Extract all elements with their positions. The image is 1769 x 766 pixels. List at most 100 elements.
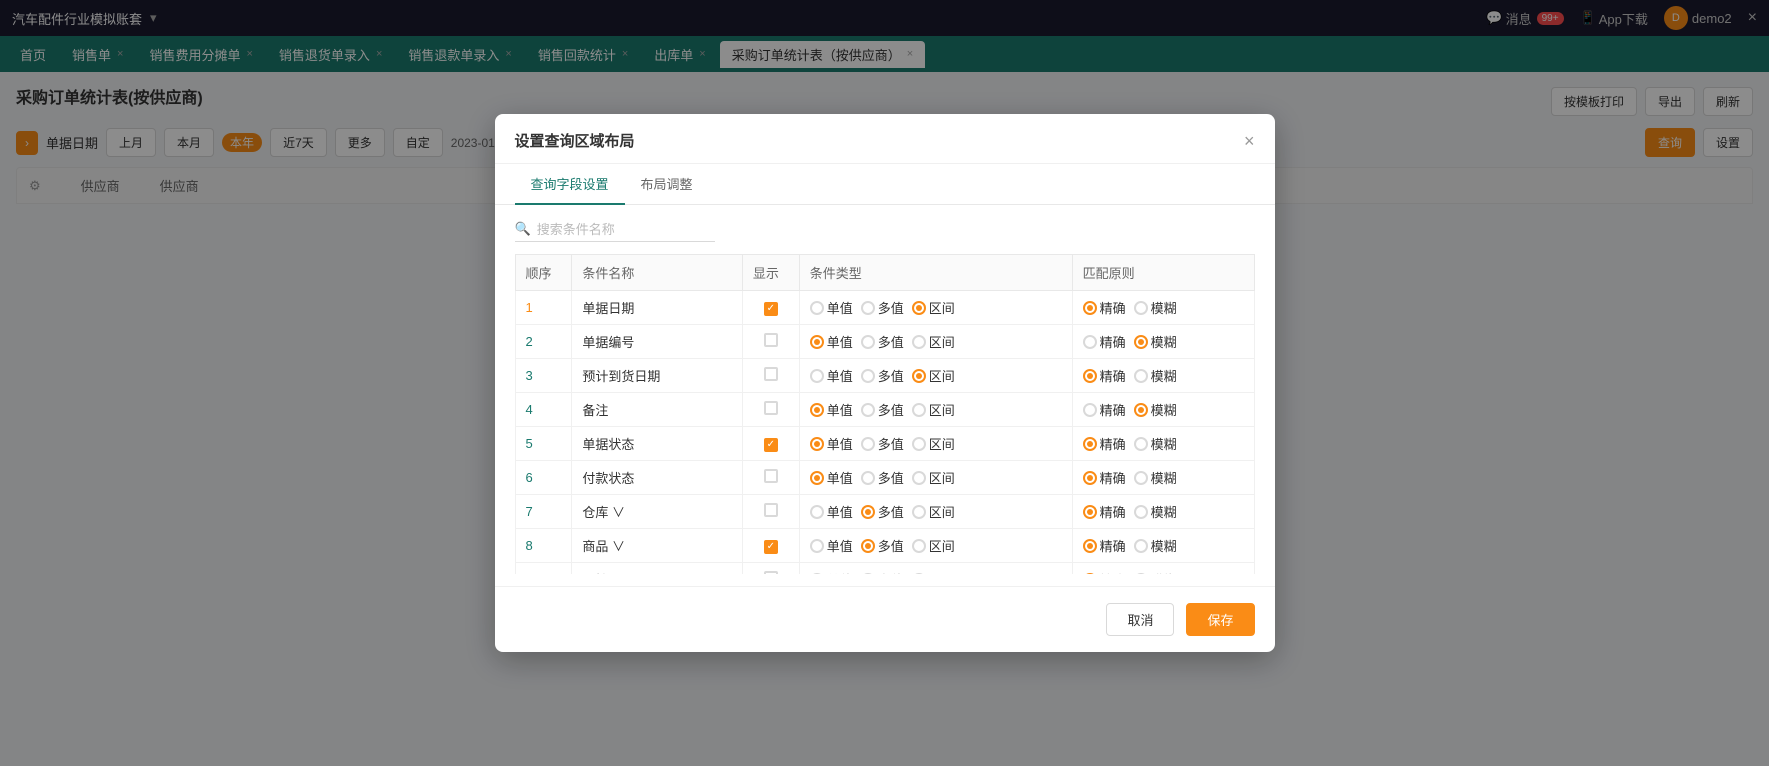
table-row: 1单据日期单值多值区间精确模糊 [515,291,1254,325]
type-radio-item[interactable]: 区间 [912,570,955,574]
match-radio-item[interactable]: 精确 [1083,400,1126,419]
match-radio-item[interactable]: 精确 [1083,536,1126,555]
type-radio-item[interactable]: 多值 [861,434,904,453]
checkbox[interactable] [764,333,778,347]
radio-circle [810,403,824,417]
row-show-checkbox[interactable] [742,291,799,325]
row-condition-name: 单据编号 [572,325,743,359]
row-show-checkbox[interactable] [742,563,799,575]
type-radio-item[interactable]: 多值 [861,570,904,574]
type-radio-item[interactable]: 区间 [912,366,955,385]
match-radio-item[interactable]: 模糊 [1134,570,1177,574]
radio-circle [912,471,926,485]
match-radio-item[interactable]: 模糊 [1134,434,1177,453]
type-radio-item[interactable]: 单值 [810,502,853,521]
radio-circle [1134,369,1148,383]
checkbox[interactable] [764,401,778,415]
type-radio-item[interactable]: 区间 [912,536,955,555]
save-button[interactable]: 保存 [1186,603,1254,636]
match-radio-item[interactable]: 模糊 [1134,332,1177,351]
radio-circle [810,539,824,553]
match-radio-item[interactable]: 精确 [1083,502,1126,521]
row-show-checkbox[interactable] [742,461,799,495]
match-radio-item[interactable]: 精确 [1083,570,1126,574]
table-row: 3预计到货日期单值多值区间精确模糊 [515,359,1254,393]
match-radio-item[interactable]: 精确 [1083,366,1126,385]
type-radio-item[interactable]: 多值 [861,536,904,555]
match-radio-item[interactable]: 模糊 [1134,536,1177,555]
row-type: 单值多值区间 [799,325,1072,359]
type-radio-item[interactable]: 区间 [912,468,955,487]
match-radio-item[interactable]: 模糊 [1134,400,1177,419]
row-show-checkbox[interactable] [742,427,799,461]
cancel-button[interactable]: 取消 [1106,603,1174,636]
row-show-checkbox[interactable] [742,529,799,563]
type-radio-item[interactable]: 单值 [810,570,853,574]
modal-tab-layout[interactable]: 布局调整 [625,164,709,205]
type-radio-item[interactable]: 多值 [861,468,904,487]
radio-circle [1083,505,1097,519]
checkbox[interactable] [764,503,778,517]
type-radio-item[interactable]: 单值 [810,332,853,351]
col-name: 条件名称 [572,255,743,291]
seq-number: 6 [526,470,533,485]
row-show-checkbox[interactable] [742,325,799,359]
seq-number: 3 [526,368,533,383]
row-show-checkbox[interactable] [742,495,799,529]
match-radio-item[interactable]: 精确 [1083,332,1126,351]
radio-circle [912,369,926,383]
type-radio-item[interactable]: 单值 [810,434,853,453]
radio-circle [1134,539,1148,553]
search-input[interactable] [537,222,697,237]
type-radio-item[interactable]: 单值 [810,366,853,385]
type-radio-item[interactable]: 区间 [912,400,955,419]
type-radio-item[interactable]: 区间 [912,332,955,351]
checkbox[interactable] [764,571,778,574]
type-radio-item[interactable]: 多值 [861,298,904,317]
type-radio-item[interactable]: 多值 [861,502,904,521]
type-radio-item[interactable]: 单值 [810,536,853,555]
type-radio-item[interactable]: 区间 [912,298,955,317]
match-radio-item[interactable]: 精确 [1083,434,1126,453]
seq-number: 9 [526,572,533,574]
radio-circle [912,505,926,519]
checkbox[interactable] [764,438,778,452]
type-radio-item[interactable]: 多值 [861,366,904,385]
type-radio-item[interactable]: 单值 [810,298,853,317]
type-radio-item[interactable]: 多值 [861,332,904,351]
modal-close-btn[interactable]: × [1244,132,1255,150]
checkbox[interactable] [764,302,778,316]
radio-circle [861,437,875,451]
match-radio-item[interactable]: 精确 [1083,468,1126,487]
checkbox[interactable] [764,469,778,483]
checkbox[interactable] [764,540,778,554]
type-radio-item[interactable]: 区间 [912,434,955,453]
row-show-checkbox[interactable] [742,393,799,427]
radio-circle [1134,471,1148,485]
match-radio-item[interactable]: 模糊 [1134,468,1177,487]
match-radio-item[interactable]: 模糊 [1134,366,1177,385]
row-show-checkbox[interactable] [742,359,799,393]
row-type: 单值多值区间 [799,393,1072,427]
type-radio-item[interactable]: 单值 [810,400,853,419]
row-type: 单值多值区间 [799,291,1072,325]
type-radio-item[interactable]: 单值 [810,468,853,487]
radio-circle [912,301,926,315]
match-radio-item[interactable]: 模糊 [1134,502,1177,521]
type-radio-group: 单值 多值 区间 [810,570,1062,574]
type-radio-item[interactable]: 多值 [861,400,904,419]
type-radio-item[interactable]: 区间 [912,502,955,521]
row-condition-name: 备注 [572,393,743,427]
match-radio-item[interactable]: 精确 [1083,298,1126,317]
match-radio-item[interactable]: 模糊 [1134,298,1177,317]
row-seq: 9 [515,563,572,575]
col-type: 条件类型 [799,255,1072,291]
col-show: 显示 [742,255,799,291]
radio-circle [912,437,926,451]
row-type: 单值多值区间 [799,359,1072,393]
table-row: 9属性 ∨单值多值区间精确模糊 [515,563,1254,575]
checkbox[interactable] [764,367,778,381]
seq-number: 7 [526,504,533,519]
radio-circle [912,573,926,575]
modal-tab-query-fields[interactable]: 查询字段设置 [515,164,625,205]
